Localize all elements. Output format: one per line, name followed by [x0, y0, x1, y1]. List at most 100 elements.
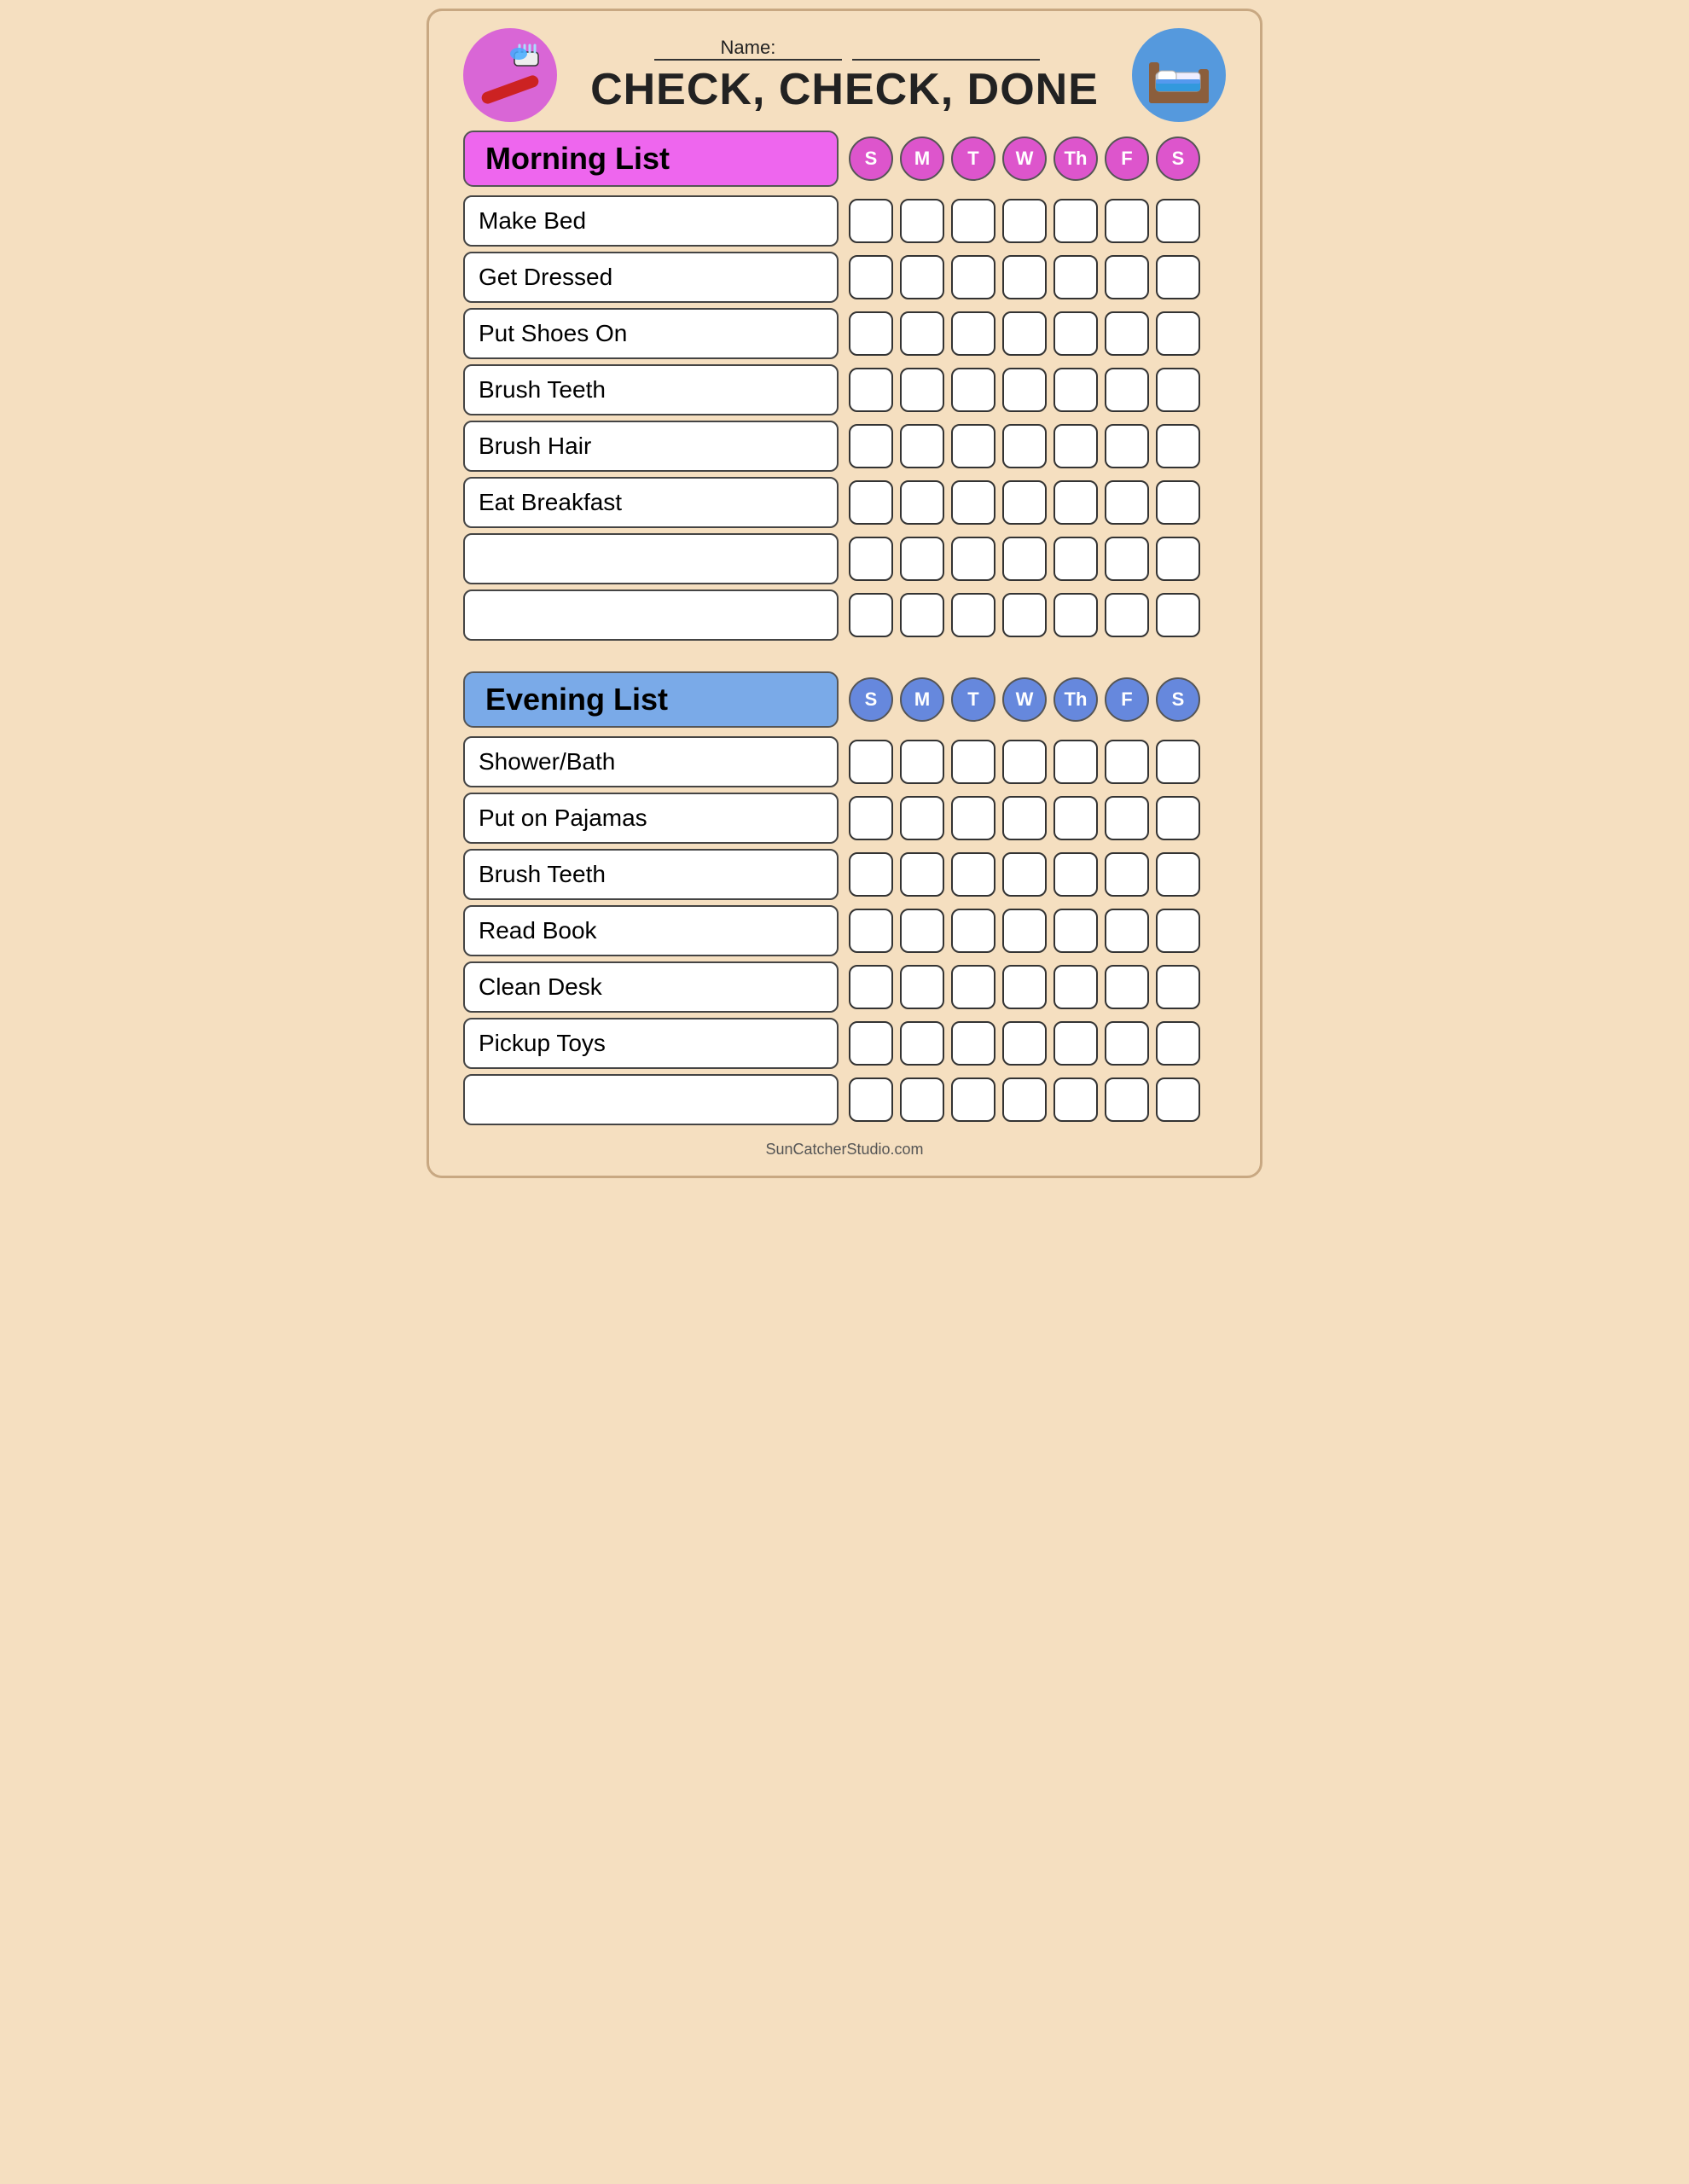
morning-checkbox-1-0[interactable] — [849, 255, 893, 299]
morning-checkbox-2-1[interactable] — [900, 311, 944, 356]
morning-checkbox-4-1[interactable] — [900, 424, 944, 468]
evening-checkbox-4-0[interactable] — [849, 965, 893, 1009]
evening-checkbox-1-0[interactable] — [849, 796, 893, 840]
evening-checkbox-0-6[interactable] — [1156, 740, 1200, 784]
evening-checkbox-5-1[interactable] — [900, 1021, 944, 1066]
evening-checkbox-1-1[interactable] — [900, 796, 944, 840]
evening-checkbox-3-2[interactable] — [951, 909, 995, 953]
evening-checkbox-2-2[interactable] — [951, 852, 995, 897]
morning-checkbox-2-2[interactable] — [951, 311, 995, 356]
evening-checkbox-2-6[interactable] — [1156, 852, 1200, 897]
evening-checkbox-4-2[interactable] — [951, 965, 995, 1009]
evening-checkbox-3-6[interactable] — [1156, 909, 1200, 953]
evening-checkbox-4-1[interactable] — [900, 965, 944, 1009]
evening-checkbox-5-4[interactable] — [1053, 1021, 1098, 1066]
morning-checkbox-0-4[interactable] — [1053, 199, 1098, 243]
evening-checkbox-6-2[interactable] — [951, 1077, 995, 1122]
morning-checkbox-7-3[interactable] — [1002, 593, 1047, 637]
morning-checkbox-4-0[interactable] — [849, 424, 893, 468]
evening-checkbox-0-5[interactable] — [1105, 740, 1149, 784]
evening-checkbox-1-6[interactable] — [1156, 796, 1200, 840]
morning-checkbox-2-4[interactable] — [1053, 311, 1098, 356]
morning-checkbox-4-6[interactable] — [1156, 424, 1200, 468]
evening-checkbox-3-1[interactable] — [900, 909, 944, 953]
morning-checkbox-5-5[interactable] — [1105, 480, 1149, 525]
morning-checkbox-3-0[interactable] — [849, 368, 893, 412]
evening-checkbox-5-6[interactable] — [1156, 1021, 1200, 1066]
morning-checkbox-1-2[interactable] — [951, 255, 995, 299]
morning-checkbox-6-0[interactable] — [849, 537, 893, 581]
morning-checkbox-3-6[interactable] — [1156, 368, 1200, 412]
evening-checkbox-4-3[interactable] — [1002, 965, 1047, 1009]
morning-checkbox-7-6[interactable] — [1156, 593, 1200, 637]
evening-checkbox-6-6[interactable] — [1156, 1077, 1200, 1122]
morning-checkbox-0-0[interactable] — [849, 199, 893, 243]
morning-checkbox-7-2[interactable] — [951, 593, 995, 637]
morning-checkbox-5-2[interactable] — [951, 480, 995, 525]
evening-checkbox-2-1[interactable] — [900, 852, 944, 897]
evening-checkbox-1-4[interactable] — [1053, 796, 1098, 840]
morning-checkbox-6-4[interactable] — [1053, 537, 1098, 581]
evening-checkbox-0-2[interactable] — [951, 740, 995, 784]
morning-checkbox-7-5[interactable] — [1105, 593, 1149, 637]
evening-checkbox-5-0[interactable] — [849, 1021, 893, 1066]
morning-checkbox-7-1[interactable] — [900, 593, 944, 637]
morning-checkbox-1-5[interactable] — [1105, 255, 1149, 299]
morning-checkbox-0-1[interactable] — [900, 199, 944, 243]
evening-checkbox-6-4[interactable] — [1053, 1077, 1098, 1122]
morning-checkbox-6-5[interactable] — [1105, 537, 1149, 581]
evening-checkbox-3-3[interactable] — [1002, 909, 1047, 953]
evening-checkbox-5-5[interactable] — [1105, 1021, 1149, 1066]
morning-checkbox-2-6[interactable] — [1156, 311, 1200, 356]
evening-checkbox-0-4[interactable] — [1053, 740, 1098, 784]
evening-checkbox-4-6[interactable] — [1156, 965, 1200, 1009]
morning-checkbox-5-4[interactable] — [1053, 480, 1098, 525]
evening-checkbox-5-3[interactable] — [1002, 1021, 1047, 1066]
evening-checkbox-6-1[interactable] — [900, 1077, 944, 1122]
morning-checkbox-5-3[interactable] — [1002, 480, 1047, 525]
morning-checkbox-4-4[interactable] — [1053, 424, 1098, 468]
evening-checkbox-1-3[interactable] — [1002, 796, 1047, 840]
evening-checkbox-2-4[interactable] — [1053, 852, 1098, 897]
evening-checkbox-0-0[interactable] — [849, 740, 893, 784]
morning-checkbox-1-4[interactable] — [1053, 255, 1098, 299]
morning-checkbox-2-5[interactable] — [1105, 311, 1149, 356]
evening-checkbox-4-5[interactable] — [1105, 965, 1149, 1009]
evening-checkbox-6-5[interactable] — [1105, 1077, 1149, 1122]
morning-checkbox-2-0[interactable] — [849, 311, 893, 356]
morning-checkbox-6-2[interactable] — [951, 537, 995, 581]
morning-checkbox-7-0[interactable] — [849, 593, 893, 637]
evening-checkbox-2-5[interactable] — [1105, 852, 1149, 897]
morning-checkbox-0-2[interactable] — [951, 199, 995, 243]
morning-checkbox-5-6[interactable] — [1156, 480, 1200, 525]
morning-checkbox-3-4[interactable] — [1053, 368, 1098, 412]
evening-checkbox-6-0[interactable] — [849, 1077, 893, 1122]
morning-checkbox-0-3[interactable] — [1002, 199, 1047, 243]
evening-checkbox-0-3[interactable] — [1002, 740, 1047, 784]
morning-checkbox-3-2[interactable] — [951, 368, 995, 412]
morning-checkbox-1-6[interactable] — [1156, 255, 1200, 299]
evening-checkbox-3-0[interactable] — [849, 909, 893, 953]
morning-checkbox-6-3[interactable] — [1002, 537, 1047, 581]
morning-checkbox-5-0[interactable] — [849, 480, 893, 525]
morning-checkbox-3-5[interactable] — [1105, 368, 1149, 412]
morning-checkbox-6-6[interactable] — [1156, 537, 1200, 581]
morning-checkbox-0-5[interactable] — [1105, 199, 1149, 243]
evening-checkbox-6-3[interactable] — [1002, 1077, 1047, 1122]
morning-checkbox-3-1[interactable] — [900, 368, 944, 412]
evening-checkbox-2-0[interactable] — [849, 852, 893, 897]
morning-checkbox-7-4[interactable] — [1053, 593, 1098, 637]
morning-checkbox-2-3[interactable] — [1002, 311, 1047, 356]
morning-checkbox-5-1[interactable] — [900, 480, 944, 525]
morning-checkbox-6-1[interactable] — [900, 537, 944, 581]
morning-checkbox-4-5[interactable] — [1105, 424, 1149, 468]
evening-checkbox-1-2[interactable] — [951, 796, 995, 840]
evening-checkbox-3-5[interactable] — [1105, 909, 1149, 953]
evening-checkbox-2-3[interactable] — [1002, 852, 1047, 897]
evening-checkbox-4-4[interactable] — [1053, 965, 1098, 1009]
morning-checkbox-1-3[interactable] — [1002, 255, 1047, 299]
evening-checkbox-5-2[interactable] — [951, 1021, 995, 1066]
morning-checkbox-4-3[interactable] — [1002, 424, 1047, 468]
evening-checkbox-0-1[interactable] — [900, 740, 944, 784]
evening-checkbox-3-4[interactable] — [1053, 909, 1098, 953]
